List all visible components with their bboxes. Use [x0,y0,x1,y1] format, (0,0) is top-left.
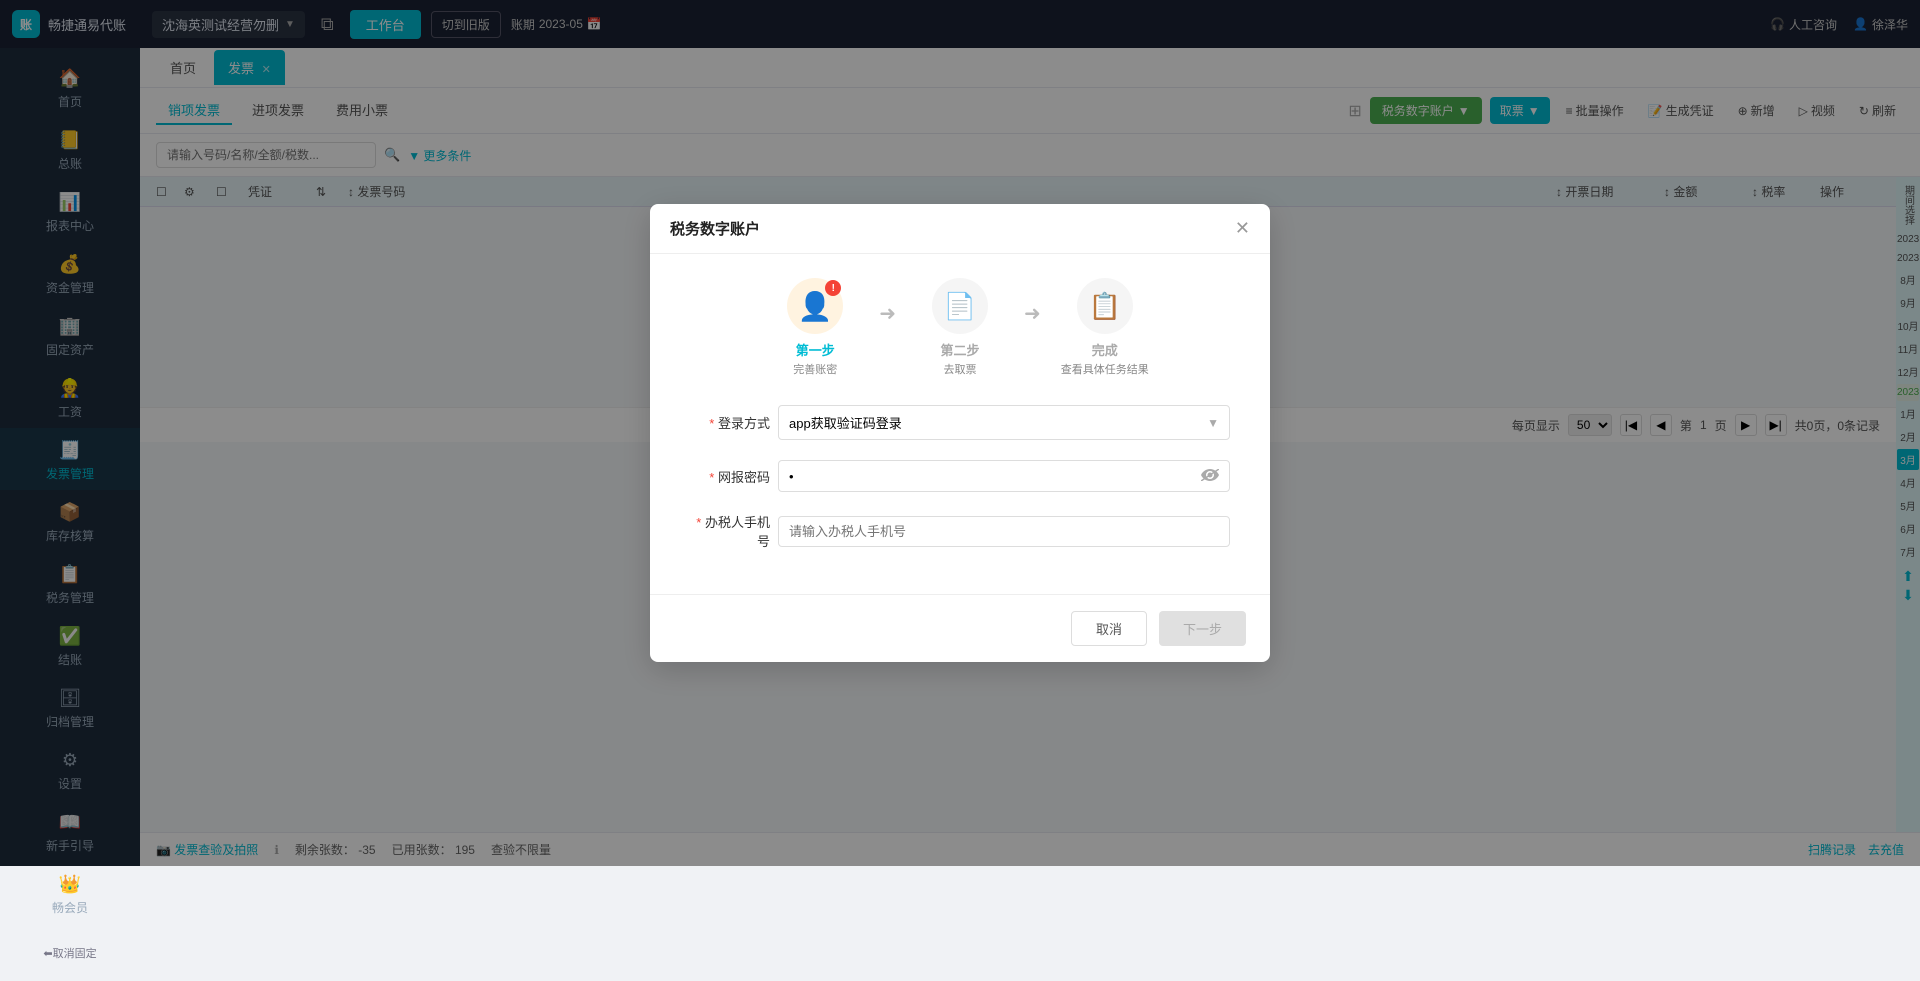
login-method-label: * 登录方式 [690,413,770,432]
login-method-select[interactable]: app获取验证码登录 ▼ [778,405,1230,440]
sidebar-label-member: 畅会员 [52,899,88,916]
step-3-label: 完成 [1092,340,1118,359]
step-3-icon: 📋 [1089,291,1121,322]
login-method-row: * 登录方式 app获取验证码登录 ▼ [690,405,1230,440]
modal-title: 税务数字账户 [670,218,760,239]
password-row: * 网报密码 [690,460,1230,492]
phone-label: * 办税人手机号 [690,512,770,550]
step-2-label: 第二步 [940,340,979,359]
step-1-error-badge: ! [825,280,841,296]
step-2-sub: 去取票 [944,361,977,377]
modal-dialog: 税务数字账户 ✕ 👤 ! 第一步 完善账密 ➜ [650,204,1270,662]
step-1: 👤 ! 第一步 完善账密 [755,278,875,377]
steps-row: 👤 ! 第一步 完善账密 ➜ 📄 第二步 去取票 ➜ [690,278,1230,377]
next-button[interactable]: 下一步 [1159,611,1246,646]
step-arrow-1: ➜ [879,301,896,326]
phone-input-wrapper [778,516,1230,547]
member-icon: 👑 [59,874,81,895]
step-2-circle: 📄 [932,278,988,334]
modal-body: 👤 ! 第一步 完善账密 ➜ 📄 第二步 去取票 ➜ [650,254,1270,594]
phone-row: * 办税人手机号 [690,512,1230,550]
step-2: 📄 第二步 去取票 [900,278,1020,377]
eye-icon[interactable] [1201,468,1219,484]
step-arrow-2: ➜ [1024,301,1041,326]
modal-header: 税务数字账户 ✕ [650,204,1270,254]
step-3: 📋 完成 查看具体任务结果 [1045,278,1165,377]
password-label: * 网报密码 [690,467,770,486]
cancel-button[interactable]: 取消 [1071,611,1147,646]
modal-close-button[interactable]: ✕ [1235,218,1250,239]
step-1-circle: 👤 ! [787,278,843,334]
sidebar-item-member[interactable]: 👑 畅会员 [0,862,140,924]
step-3-sub: 查看具体任务结果 [1061,361,1149,377]
password-input[interactable] [789,469,1133,484]
step-3-circle: 📋 [1077,278,1133,334]
login-method-chevron-icon: ▼ [1207,416,1219,430]
cancel-fixed-icon: ⬅ [43,947,52,960]
password-input-wrapper [778,460,1230,492]
sidebar-bottom: ⬅ 取消固定 [0,924,140,981]
modal-footer: 取消 下一步 [650,594,1270,662]
modal-overlay: 税务数字账户 ✕ 👤 ! 第一步 完善账密 ➜ [0,0,1920,866]
step-2-icon: 📄 [944,291,976,322]
cancel-fixed-button[interactable]: ⬅ 取消固定 [0,937,140,969]
phone-input[interactable] [789,524,1219,539]
step-1-sub: 完善账密 [793,361,837,377]
step-1-label: 第一步 [796,340,835,359]
